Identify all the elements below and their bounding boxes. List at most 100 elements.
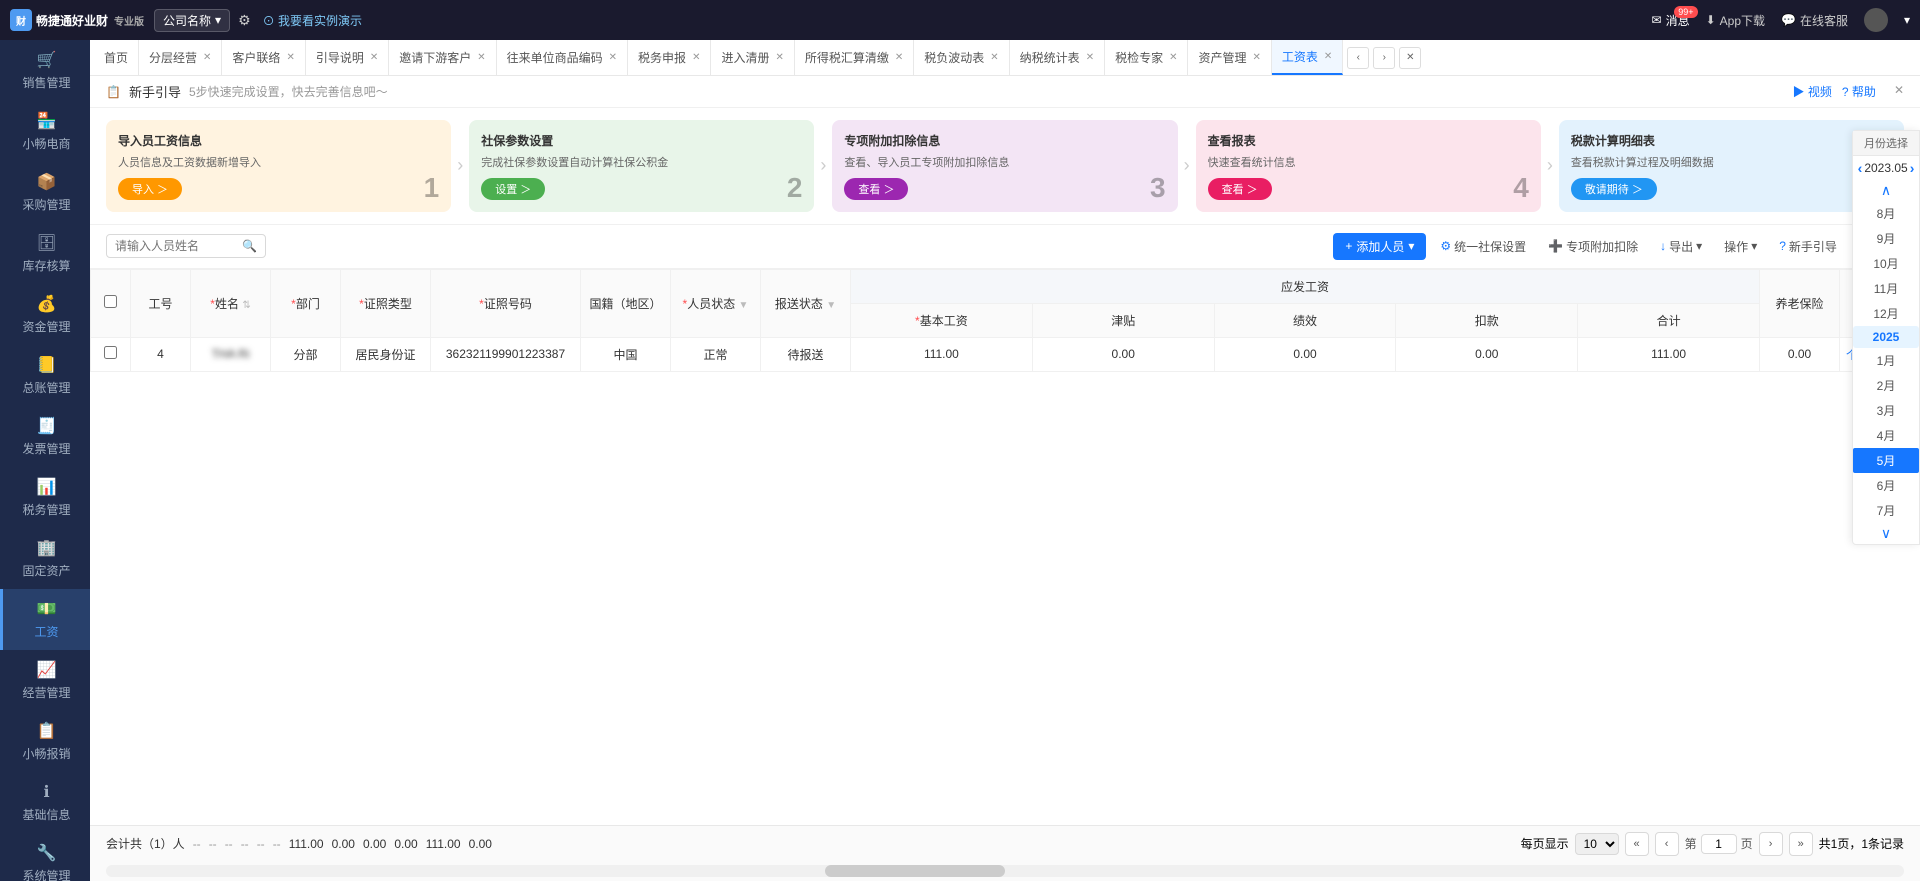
sidebar-item-invoice[interactable]: 🧾 发票管理	[0, 406, 90, 467]
sidebar-item-ecommerce[interactable]: 🏪 小畅电商	[0, 101, 90, 162]
step-5-action-btn[interactable]: 敬请期待 ＞	[1571, 178, 1657, 200]
step-3-action-btn[interactable]: 查看 ＞	[844, 178, 908, 200]
tab-home[interactable]: 首页	[94, 40, 139, 75]
guide-close-btn[interactable]: ✕	[1894, 83, 1904, 100]
new-guide-btn[interactable]: ? 新手引导	[1771, 234, 1845, 259]
operate-btn[interactable]: 操作 ▾	[1716, 234, 1765, 259]
sidebar-item-salary[interactable]: 💵 工资	[0, 589, 90, 650]
month-6[interactable]: 6月	[1853, 473, 1919, 498]
tab-tax-exemption[interactable]: 税负波动表 ✕	[914, 40, 1009, 75]
tab-partition[interactable]: 分层经营 ✕	[139, 40, 222, 75]
th-checkbox[interactable]	[91, 269, 131, 337]
user-menu-icon[interactable]: ▾	[1904, 13, 1910, 27]
sidebar-item-operations[interactable]: 📈 经营管理	[0, 650, 90, 711]
month-1[interactable]: 1月	[1853, 348, 1919, 373]
first-page-btn[interactable]: «	[1625, 832, 1649, 856]
step-4-action-btn[interactable]: 查看 ＞	[1208, 178, 1272, 200]
month-12[interactable]: 12月	[1853, 301, 1919, 326]
step-2-action-btn[interactable]: 设置 ＞	[481, 178, 545, 200]
step-2-btn[interactable]: 设置 ＞	[481, 178, 802, 200]
tab-goods-code-close[interactable]: ✕	[609, 52, 617, 63]
step-1-btn[interactable]: 导入 ＞	[118, 178, 439, 200]
tab-customer[interactable]: 客户联络 ✕	[222, 40, 305, 75]
tab-asset-mgmt[interactable]: 资产管理 ✕	[1188, 40, 1271, 75]
step-4-btn[interactable]: 查看 ＞	[1208, 178, 1529, 200]
sidebar-item-system[interactable]: 🔧 系统管理	[0, 833, 90, 881]
tab-asset-mgmt-close[interactable]: ✕	[1253, 52, 1261, 63]
name-sort-icon[interactable]: ⇅	[242, 300, 250, 311]
special-deduct-btn[interactable]: ➕ 专项附加扣除	[1540, 234, 1646, 259]
tab-close-all-btn[interactable]: ✕	[1399, 47, 1421, 69]
report-status-filter-icon[interactable]: ▼	[826, 300, 836, 311]
tab-invite-close[interactable]: ✕	[477, 52, 485, 63]
tab-salary[interactable]: 工资表 ✕	[1272, 40, 1343, 75]
year-next-btn[interactable]: ›	[1910, 160, 1915, 176]
tab-next-btn[interactable]: ›	[1373, 47, 1395, 69]
month-3[interactable]: 3月	[1853, 398, 1919, 423]
sidebar-item-tax[interactable]: 📊 税务管理	[0, 467, 90, 528]
company-selector[interactable]: 公司名称 ▾	[154, 9, 230, 32]
prev-page-btn[interactable]: ‹	[1655, 832, 1679, 856]
sidebar-item-assets[interactable]: 🏢 固定资产	[0, 528, 90, 589]
month-11[interactable]: 11月	[1853, 276, 1919, 301]
tab-tax-calc[interactable]: 所得税汇算清缴 ✕	[795, 40, 914, 75]
sidebar-item-ledger[interactable]: 📒 总账管理	[0, 345, 90, 406]
sidebar-item-basic[interactable]: ℹ 基础信息	[0, 772, 90, 833]
status-filter-icon[interactable]: ▼	[739, 300, 749, 311]
month-4[interactable]: 4月	[1853, 423, 1919, 448]
tab-customer-close[interactable]: ✕	[286, 52, 294, 63]
guide-help-link[interactable]: ? 帮助	[1842, 83, 1876, 100]
page-number-input[interactable]	[1701, 834, 1737, 854]
tab-tax-expert-close[interactable]: ✕	[1169, 52, 1177, 63]
search-box[interactable]: 🔍	[106, 234, 266, 258]
app-download-btn[interactable]: ⬇ App下载	[1706, 12, 1765, 29]
tab-guide-close[interactable]: ✕	[370, 52, 378, 63]
tab-tax-report-close[interactable]: ✕	[692, 52, 700, 63]
year-prev-btn[interactable]: ‹	[1858, 160, 1863, 176]
tab-goods-code[interactable]: 往来单位商品编码 ✕	[497, 40, 628, 75]
tab-guide[interactable]: 引导说明 ✕	[306, 40, 389, 75]
tab-tax-calc-close[interactable]: ✕	[895, 52, 903, 63]
sidebar-item-inventory[interactable]: 🗄 库存核算	[0, 223, 90, 284]
month-5[interactable]: 5月	[1853, 448, 1919, 473]
next-page-btn[interactable]: ›	[1759, 832, 1783, 856]
scrollbar-thumb[interactable]	[825, 865, 1005, 877]
guide-video-link[interactable]: ▶ 视频	[1793, 83, 1832, 100]
export-btn[interactable]: ↓ 导出 ▾	[1652, 234, 1710, 259]
sidebar-item-finance[interactable]: 💰 资金管理	[0, 284, 90, 345]
row-checkbox[interactable]	[104, 346, 117, 359]
message-btn[interactable]: ✉ 消息 99+	[1652, 12, 1690, 29]
month-8[interactable]: 8月	[1853, 201, 1919, 226]
tab-tax-exemption-close[interactable]: ✕	[990, 52, 998, 63]
tab-prev-btn[interactable]: ‹	[1347, 47, 1369, 69]
unified-settings-btn[interactable]: ⚙ 统一社保设置	[1432, 234, 1534, 259]
tab-tax-stats[interactable]: 纳税统计表 ✕	[1010, 40, 1105, 75]
sidebar-item-purchase[interactable]: 📦 采购管理	[0, 162, 90, 223]
tab-salary-close[interactable]: ✕	[1324, 51, 1332, 62]
sidebar-item-sales[interactable]: 🛒 销售管理	[0, 40, 90, 101]
tab-liquidation[interactable]: 进入清册 ✕	[711, 40, 794, 75]
month-expand-up[interactable]: ∧	[1853, 180, 1919, 201]
last-page-btn[interactable]: »	[1789, 832, 1813, 856]
page-size-select[interactable]: 10 20 50	[1575, 833, 1619, 855]
tab-invite[interactable]: 邀请下游客户 ✕	[389, 40, 496, 75]
month-10[interactable]: 10月	[1853, 251, 1919, 276]
online-service-btn[interactable]: 💬 在线客服	[1781, 12, 1848, 29]
step-1-action-btn[interactable]: 导入 ＞	[118, 178, 182, 200]
month-2[interactable]: 2月	[1853, 373, 1919, 398]
month-expand-down[interactable]: ∨	[1853, 523, 1919, 544]
step-3-btn[interactable]: 查看 ＞	[844, 178, 1165, 200]
settings-icon[interactable]: ⚙	[238, 12, 251, 29]
month-7[interactable]: 7月	[1853, 498, 1919, 523]
row-checkbox-cell[interactable]	[91, 337, 131, 371]
step-5-btn[interactable]: 敬请期待 ＞	[1571, 178, 1892, 200]
sidebar-item-report[interactable]: 📋 小畅报销	[0, 711, 90, 772]
tab-tax-report[interactable]: 税务申报 ✕	[628, 40, 711, 75]
demo-link[interactable]: 我要看实例演示	[263, 12, 362, 29]
scrollbar-track[interactable]	[106, 865, 1904, 877]
month-9[interactable]: 9月	[1853, 226, 1919, 251]
add-employee-btn[interactable]: + 添加人员 ▾	[1333, 233, 1426, 260]
tab-tax-stats-close[interactable]: ✕	[1086, 52, 1094, 63]
user-avatar[interactable]	[1864, 8, 1888, 32]
tab-tax-expert[interactable]: 税检专家 ✕	[1105, 40, 1188, 75]
